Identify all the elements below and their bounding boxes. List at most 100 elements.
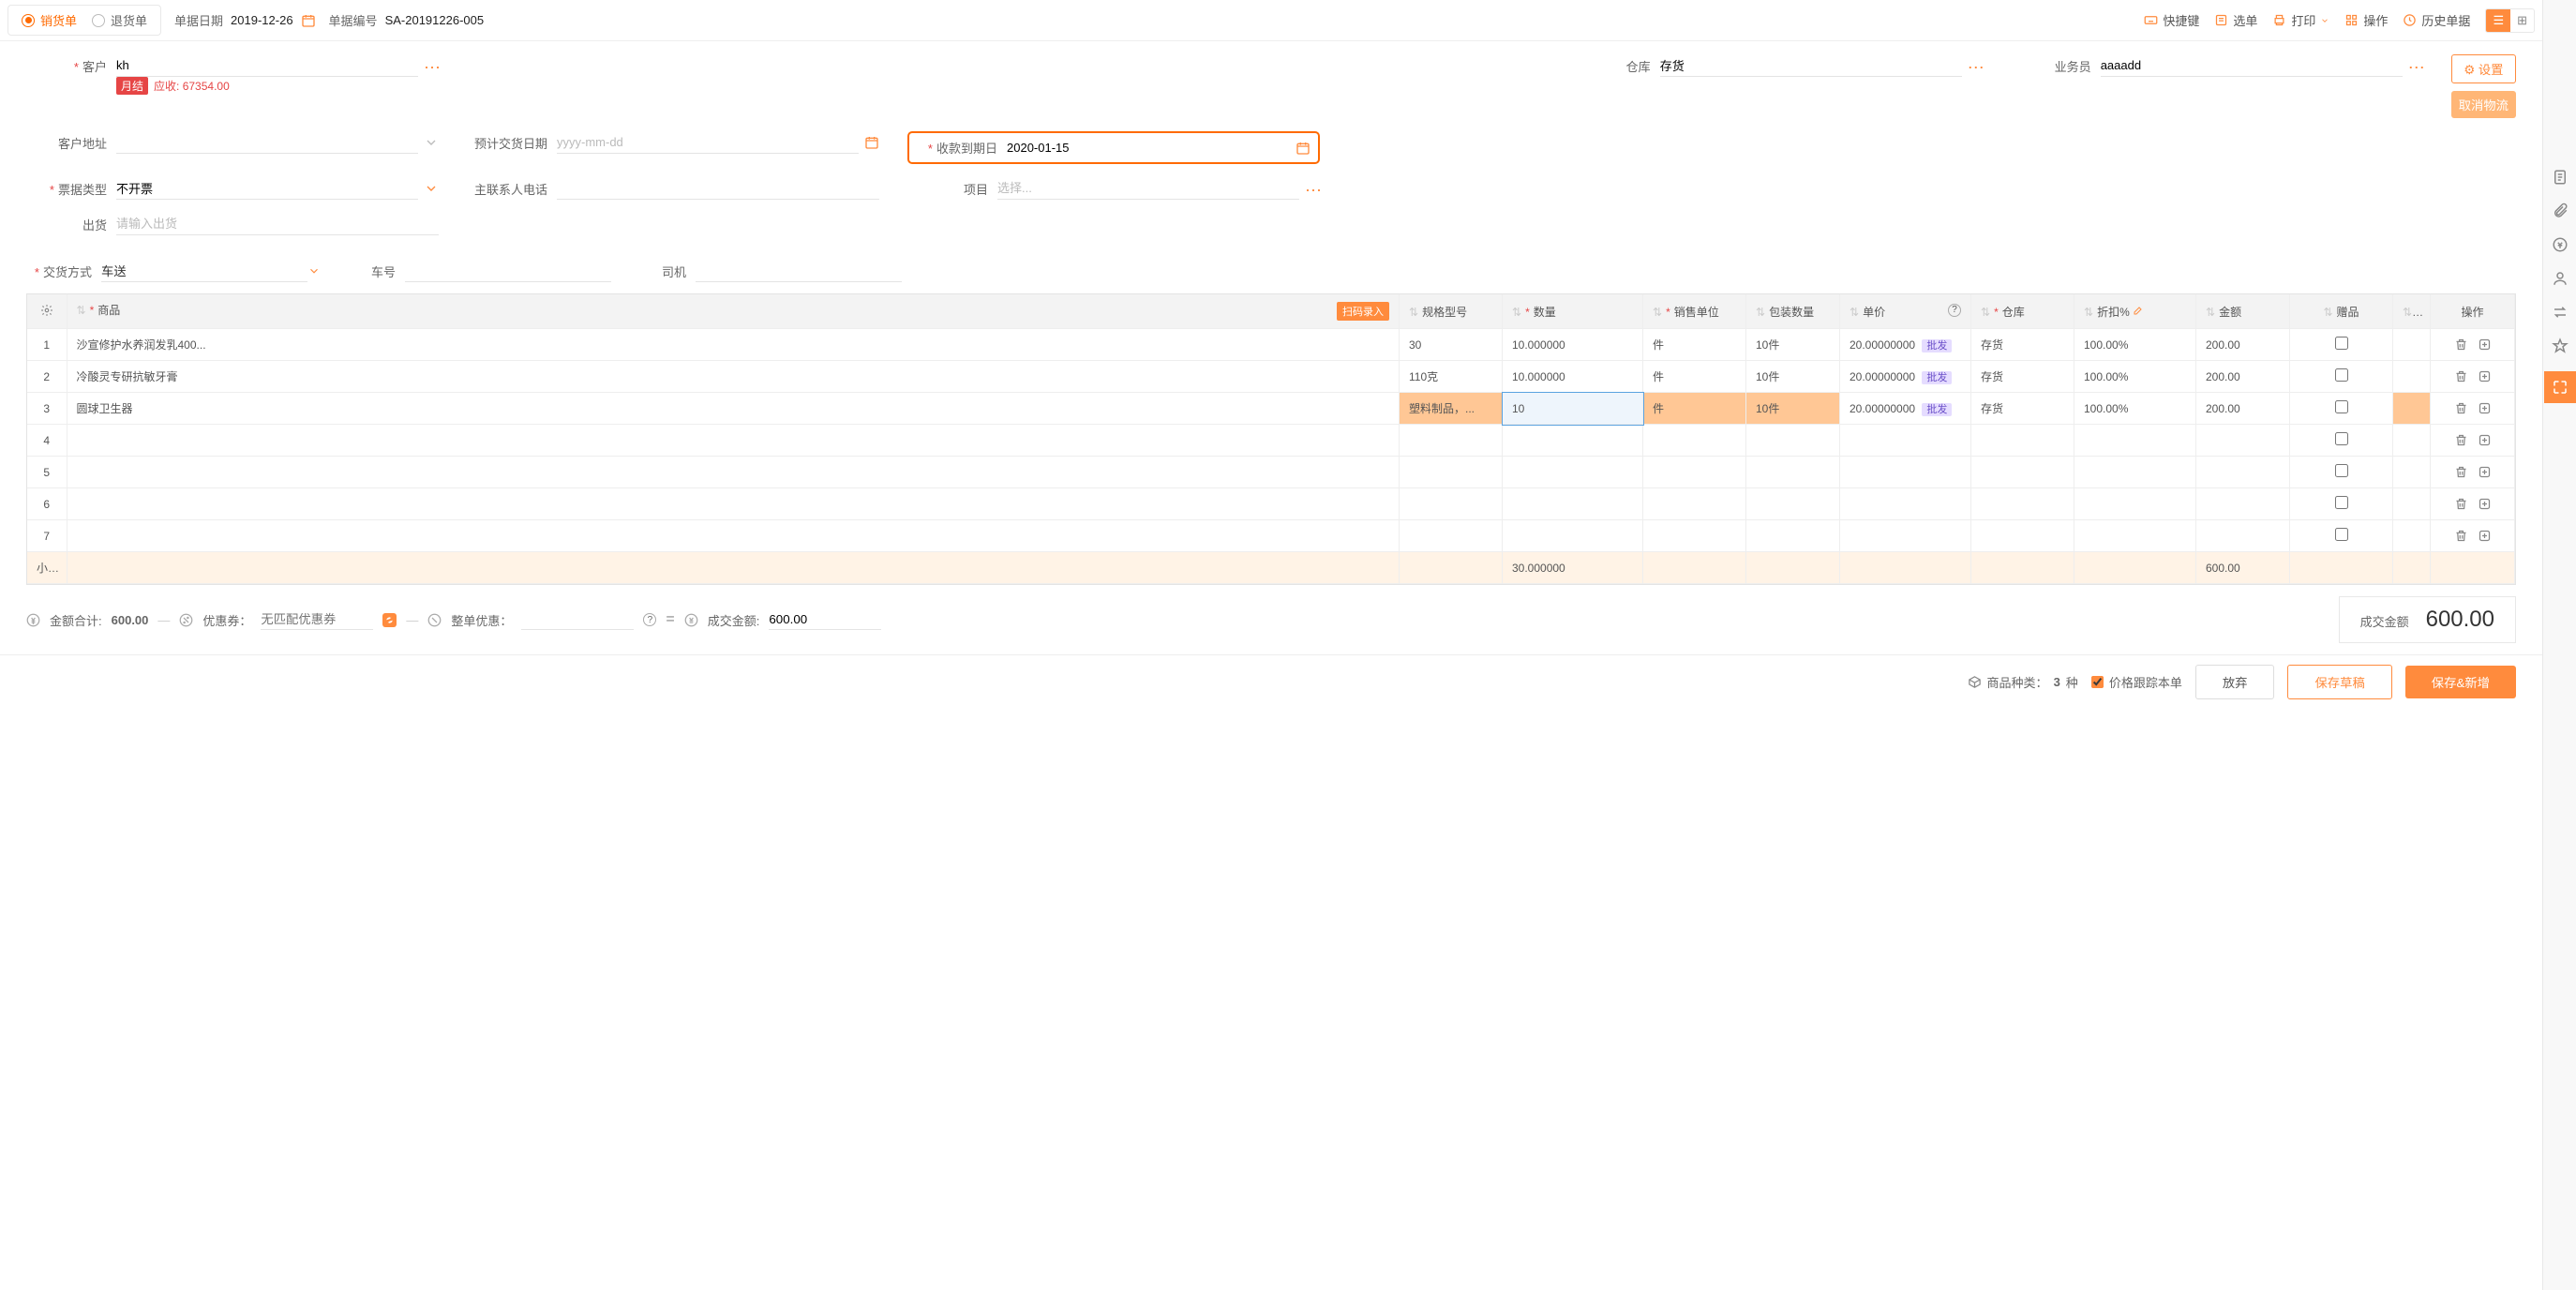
- transfer-icon[interactable]: [2552, 304, 2569, 321]
- view-list-button[interactable]: ☰: [2486, 9, 2510, 32]
- table-row[interactable]: 2冷酸灵专研抗敏牙膏110克10.000000件10件20.00000000 批…: [27, 361, 2515, 393]
- cell-pack[interactable]: [1746, 488, 1840, 520]
- gift-checkbox[interactable]: [2335, 464, 2348, 477]
- tab-sales[interactable]: 销货单: [22, 11, 77, 29]
- cell-discount[interactable]: [2074, 457, 2196, 488]
- cell-discount[interactable]: [2074, 488, 2196, 520]
- gift-checkbox[interactable]: [2335, 368, 2348, 382]
- cell-discount[interactable]: 100.00%: [2074, 361, 2196, 393]
- gift-checkbox[interactable]: [2335, 496, 2348, 509]
- tab-return[interactable]: 退货单: [92, 11, 147, 29]
- cell-spec[interactable]: 塑料制品，...: [1400, 393, 1503, 425]
- cell-amount[interactable]: [2196, 425, 2290, 457]
- cell-wh[interactable]: 存货: [1971, 361, 2074, 393]
- delete-icon[interactable]: [2454, 433, 2468, 447]
- cell-unit[interactable]: [1643, 457, 1746, 488]
- cell-amount[interactable]: 200.00: [2196, 361, 2290, 393]
- cell-qty[interactable]: 10.000000: [1503, 329, 1643, 361]
- calendar-icon[interactable]: [1295, 141, 1310, 156]
- cell-qty[interactable]: [1503, 488, 1643, 520]
- col-product[interactable]: ⇅商品扫码录入: [67, 294, 1400, 329]
- cell-amount[interactable]: [2196, 488, 2290, 520]
- cell-price[interactable]: [1840, 520, 1971, 552]
- cell-wh[interactable]: [1971, 457, 2074, 488]
- cell-pack[interactable]: 10件: [1746, 361, 1840, 393]
- more-icon[interactable]: ⋯: [1968, 58, 1983, 73]
- cell-spare[interactable]: [2393, 361, 2431, 393]
- profile-icon[interactable]: [2552, 270, 2569, 287]
- col-spare[interactable]: ⇅备: [2393, 294, 2431, 329]
- price-track-input[interactable]: [2091, 676, 2104, 688]
- cell-amount[interactable]: [2196, 520, 2290, 552]
- cell-price[interactable]: 20.00000000 批发: [1840, 393, 1971, 425]
- driver-input[interactable]: [696, 260, 902, 282]
- operate-button[interactable]: 操作: [2344, 11, 2388, 29]
- cell-wh[interactable]: [1971, 488, 2074, 520]
- edit-icon[interactable]: [2133, 305, 2144, 316]
- cell-price[interactable]: 20.00000000 批发: [1840, 361, 1971, 393]
- star-icon[interactable]: [2552, 338, 2569, 354]
- cell-gift[interactable]: [2290, 425, 2393, 457]
- cell-gift[interactable]: [2290, 329, 2393, 361]
- col-gear[interactable]: [27, 294, 67, 329]
- col-qty[interactable]: ⇅数量: [1503, 294, 1643, 329]
- doc-date-value[interactable]: 2019-12-26: [231, 13, 293, 27]
- more-icon[interactable]: ⋯: [2408, 58, 2423, 73]
- cell-wh[interactable]: [1971, 520, 2074, 552]
- cell-pack[interactable]: [1746, 520, 1840, 552]
- delivery-method-input[interactable]: [101, 260, 307, 282]
- table-row[interactable]: 3圆球卫生器塑料制品，...10件10件20.00000000 批发存货100.…: [27, 393, 2515, 425]
- cell-gift[interactable]: [2290, 520, 2393, 552]
- expand-icon[interactable]: [2544, 371, 2576, 403]
- add-row-icon[interactable]: [2478, 338, 2492, 352]
- delete-icon[interactable]: [2454, 465, 2468, 479]
- gift-checkbox[interactable]: [2335, 432, 2348, 445]
- cell-unit[interactable]: [1643, 488, 1746, 520]
- cell-price[interactable]: 20.00000000 批发: [1840, 329, 1971, 361]
- cell-price[interactable]: [1840, 425, 1971, 457]
- more-icon[interactable]: ⋯: [424, 58, 439, 73]
- cell-pack[interactable]: [1746, 425, 1840, 457]
- cell-qty[interactable]: [1503, 520, 1643, 552]
- table-row[interactable]: 7: [27, 520, 2515, 552]
- print-button[interactable]: 打印: [2272, 11, 2329, 29]
- add-row-icon[interactable]: [2478, 465, 2492, 479]
- payment-due-input[interactable]: [1007, 137, 1290, 158]
- cell-product[interactable]: 冷酸灵专研抗敏牙膏: [67, 361, 1400, 393]
- cell-spare[interactable]: [2393, 520, 2431, 552]
- delete-icon[interactable]: [2454, 529, 2468, 543]
- vehicle-input[interactable]: [405, 260, 611, 282]
- price-track-checkbox[interactable]: 价格跟踪本单: [2091, 673, 2182, 691]
- coupon-input[interactable]: [261, 609, 373, 630]
- note-icon[interactable]: [2552, 169, 2569, 186]
- scan-button[interactable]: 扫码录入: [1337, 302, 1389, 321]
- cell-qty[interactable]: [1503, 425, 1643, 457]
- cell-spec[interactable]: [1400, 488, 1503, 520]
- cell-wh[interactable]: 存货: [1971, 329, 2074, 361]
- cell-gift[interactable]: [2290, 393, 2393, 425]
- cell-spare[interactable]: [2393, 457, 2431, 488]
- warehouse-input[interactable]: [1660, 54, 1962, 77]
- add-row-icon[interactable]: [2478, 401, 2492, 415]
- col-unit[interactable]: ⇅销售单位: [1643, 294, 1746, 329]
- table-row[interactable]: 1沙宣修护水养润发乳400...3010.000000件10件20.000000…: [27, 329, 2515, 361]
- add-row-icon[interactable]: [2478, 497, 2492, 511]
- table-row[interactable]: 5: [27, 457, 2515, 488]
- contact-phone-input[interactable]: [557, 177, 879, 200]
- cell-discount[interactable]: [2074, 520, 2196, 552]
- cell-amount[interactable]: 200.00: [2196, 393, 2290, 425]
- invoice-type-input[interactable]: [116, 177, 418, 200]
- cell-spare[interactable]: [2393, 329, 2431, 361]
- cell-spec[interactable]: [1400, 520, 1503, 552]
- help-icon[interactable]: ?: [1948, 304, 1961, 317]
- table-row[interactable]: 6: [27, 488, 2515, 520]
- cell-price[interactable]: [1840, 488, 1971, 520]
- col-price[interactable]: ⇅单价?: [1840, 294, 1971, 329]
- cell-unit[interactable]: 件: [1643, 393, 1746, 425]
- delete-icon[interactable]: [2454, 401, 2468, 415]
- history-button[interactable]: 历史单据: [2403, 11, 2470, 29]
- shortcut-button[interactable]: 快捷键: [2144, 11, 2199, 29]
- cell-qty[interactable]: 10.000000: [1503, 361, 1643, 393]
- delete-icon[interactable]: [2454, 497, 2468, 511]
- cell-discount[interactable]: 100.00%: [2074, 329, 2196, 361]
